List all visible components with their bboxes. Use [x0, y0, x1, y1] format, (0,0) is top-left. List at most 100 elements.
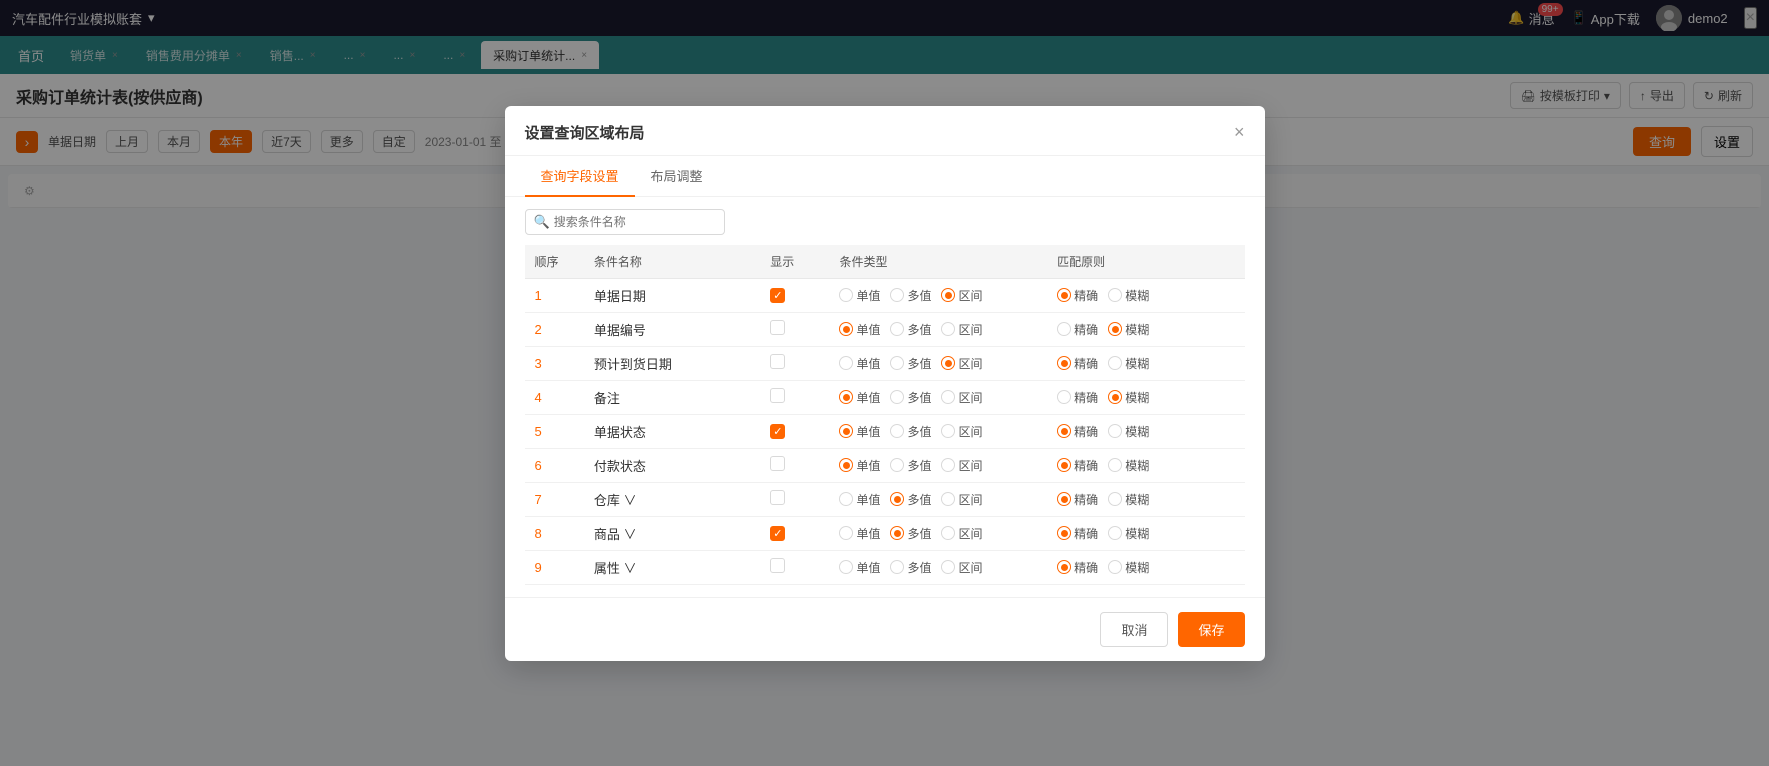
match-radio-exact[interactable]: 精确	[1057, 287, 1098, 304]
match-radio-exact[interactable]: 精确	[1057, 559, 1098, 576]
row-show	[760, 550, 829, 584]
type-radio-single[interactable]: 单值	[839, 457, 880, 474]
type-radio-multi[interactable]: 多值	[890, 525, 931, 542]
type-radio-dot-single	[839, 322, 853, 336]
type-radio-multi[interactable]: 多值	[890, 389, 931, 406]
type-radio-dot-single	[839, 492, 853, 506]
match-radio-dot-fuzzy	[1108, 322, 1122, 336]
type-radio-range[interactable]: 区间	[941, 559, 982, 576]
row-match: 精确模糊	[1047, 414, 1244, 448]
save-button[interactable]: 保存	[1178, 612, 1244, 647]
match-radio-fuzzy[interactable]: 模糊	[1108, 389, 1149, 406]
tab-field-settings[interactable]: 查询字段设置	[525, 156, 635, 197]
show-checkbox[interactable]	[770, 526, 785, 541]
modal-header: 设置查询区域布局 ×	[505, 106, 1265, 156]
match-radio-exact[interactable]: 精确	[1057, 389, 1098, 406]
show-checkbox[interactable]	[770, 388, 785, 403]
type-radio-group: 单值多值区间	[839, 287, 1037, 304]
type-radio-range[interactable]: 区间	[941, 321, 982, 338]
cancel-button[interactable]: 取消	[1100, 612, 1168, 647]
match-radio-exact[interactable]: 精确	[1057, 491, 1098, 508]
row-show	[760, 414, 829, 448]
row-cond-name: 仓库 ∨	[584, 482, 760, 516]
type-radio-dot-single	[839, 458, 853, 472]
match-radio-exact[interactable]: 精确	[1057, 457, 1098, 474]
tab-field-settings-label: 查询字段设置	[541, 169, 619, 184]
type-radio-group: 单值多值区间	[839, 355, 1037, 372]
type-radio-single[interactable]: 单值	[839, 389, 880, 406]
type-radio-single[interactable]: 单值	[839, 559, 880, 576]
match-radio-dot-exact	[1057, 288, 1071, 302]
type-radio-range[interactable]: 区间	[941, 389, 982, 406]
match-radio-dot-fuzzy	[1108, 356, 1122, 370]
match-radio-dot-fuzzy	[1108, 390, 1122, 404]
table-row: 6付款状态单值多值区间精确模糊	[525, 448, 1245, 482]
type-radio-single[interactable]: 单值	[839, 287, 880, 304]
type-radio-single[interactable]: 单值	[839, 423, 880, 440]
match-radio-group: 精确模糊	[1057, 287, 1234, 304]
modal-body: 🔍 顺序 条件名称 显示 条件类型 匹配原则	[505, 197, 1265, 597]
match-radio-dot-fuzzy	[1108, 424, 1122, 438]
show-checkbox[interactable]	[770, 424, 785, 439]
type-radio-single[interactable]: 单值	[839, 321, 880, 338]
row-show	[760, 516, 829, 550]
match-radio-group: 精确模糊	[1057, 491, 1234, 508]
type-radio-multi[interactable]: 多值	[890, 491, 931, 508]
row-cond-name: 单据状态	[584, 414, 760, 448]
type-radio-single[interactable]: 单值	[839, 525, 880, 542]
match-radio-fuzzy[interactable]: 模糊	[1108, 525, 1149, 542]
match-radio-fuzzy[interactable]: 模糊	[1108, 321, 1149, 338]
show-checkbox[interactable]	[770, 490, 785, 505]
match-radio-exact[interactable]: 精确	[1057, 423, 1098, 440]
type-radio-multi[interactable]: 多值	[890, 457, 931, 474]
match-radio-exact[interactable]: 精确	[1057, 355, 1098, 372]
row-cond-name: 有无商品图片	[584, 584, 760, 585]
type-radio-range[interactable]: 区间	[941, 525, 982, 542]
tab-layout-adjust[interactable]: 布局调整	[635, 156, 719, 197]
type-radio-multi[interactable]: 多值	[890, 287, 931, 304]
row-type: 单值多值区间	[829, 516, 1047, 550]
type-radio-range[interactable]: 区间	[941, 287, 982, 304]
match-radio-fuzzy[interactable]: 模糊	[1108, 287, 1149, 304]
th-type: 条件类型	[829, 245, 1047, 279]
match-radio-dot-fuzzy	[1108, 492, 1122, 506]
row-order: 8	[525, 516, 584, 550]
show-checkbox[interactable]	[770, 288, 785, 303]
match-radio-fuzzy[interactable]: 模糊	[1108, 423, 1149, 440]
row-order: 4	[525, 380, 584, 414]
match-radio-fuzzy[interactable]: 模糊	[1108, 559, 1149, 576]
type-radio-multi[interactable]: 多值	[890, 321, 931, 338]
match-radio-fuzzy[interactable]: 模糊	[1108, 355, 1149, 372]
show-checkbox[interactable]	[770, 320, 785, 335]
type-radio-multi[interactable]: 多值	[890, 559, 931, 576]
type-radio-range[interactable]: 区间	[941, 457, 982, 474]
show-checkbox[interactable]	[770, 456, 785, 471]
match-radio-group: 精确模糊	[1057, 355, 1234, 372]
match-radio-fuzzy[interactable]: 模糊	[1108, 457, 1149, 474]
match-radio-fuzzy[interactable]: 模糊	[1108, 491, 1149, 508]
type-radio-multi[interactable]: 多值	[890, 355, 931, 372]
search-input[interactable]	[554, 215, 716, 229]
type-radio-range[interactable]: 区间	[941, 355, 982, 372]
type-radio-multi[interactable]: 多值	[890, 423, 931, 440]
show-checkbox[interactable]	[770, 354, 785, 369]
type-radio-range[interactable]: 区间	[941, 423, 982, 440]
modal-close-button[interactable]: ×	[1234, 122, 1245, 143]
type-radio-single[interactable]: 单值	[839, 491, 880, 508]
type-radio-dot-range	[941, 356, 955, 370]
type-radio-group: 单值多值区间	[839, 321, 1037, 338]
show-checkbox[interactable]	[770, 558, 785, 573]
type-radio-single[interactable]: 单值	[839, 355, 880, 372]
tab-layout-adjust-label: 布局调整	[651, 169, 703, 184]
type-radio-dot-multi	[890, 356, 904, 370]
match-radio-dot-exact	[1057, 356, 1071, 370]
row-order: 3	[525, 346, 584, 380]
table-row: 2单据编号单值多值区间精确模糊	[525, 312, 1245, 346]
match-radio-exact[interactable]: 精确	[1057, 525, 1098, 542]
modal-tabs: 查询字段设置 布局调整	[505, 156, 1265, 197]
match-radio-exact[interactable]: 精确	[1057, 321, 1098, 338]
row-cond-name: 付款状态	[584, 448, 760, 482]
type-radio-dot-range	[941, 526, 955, 540]
table-row: 4备注单值多值区间精确模糊	[525, 380, 1245, 414]
type-radio-range[interactable]: 区间	[941, 491, 982, 508]
